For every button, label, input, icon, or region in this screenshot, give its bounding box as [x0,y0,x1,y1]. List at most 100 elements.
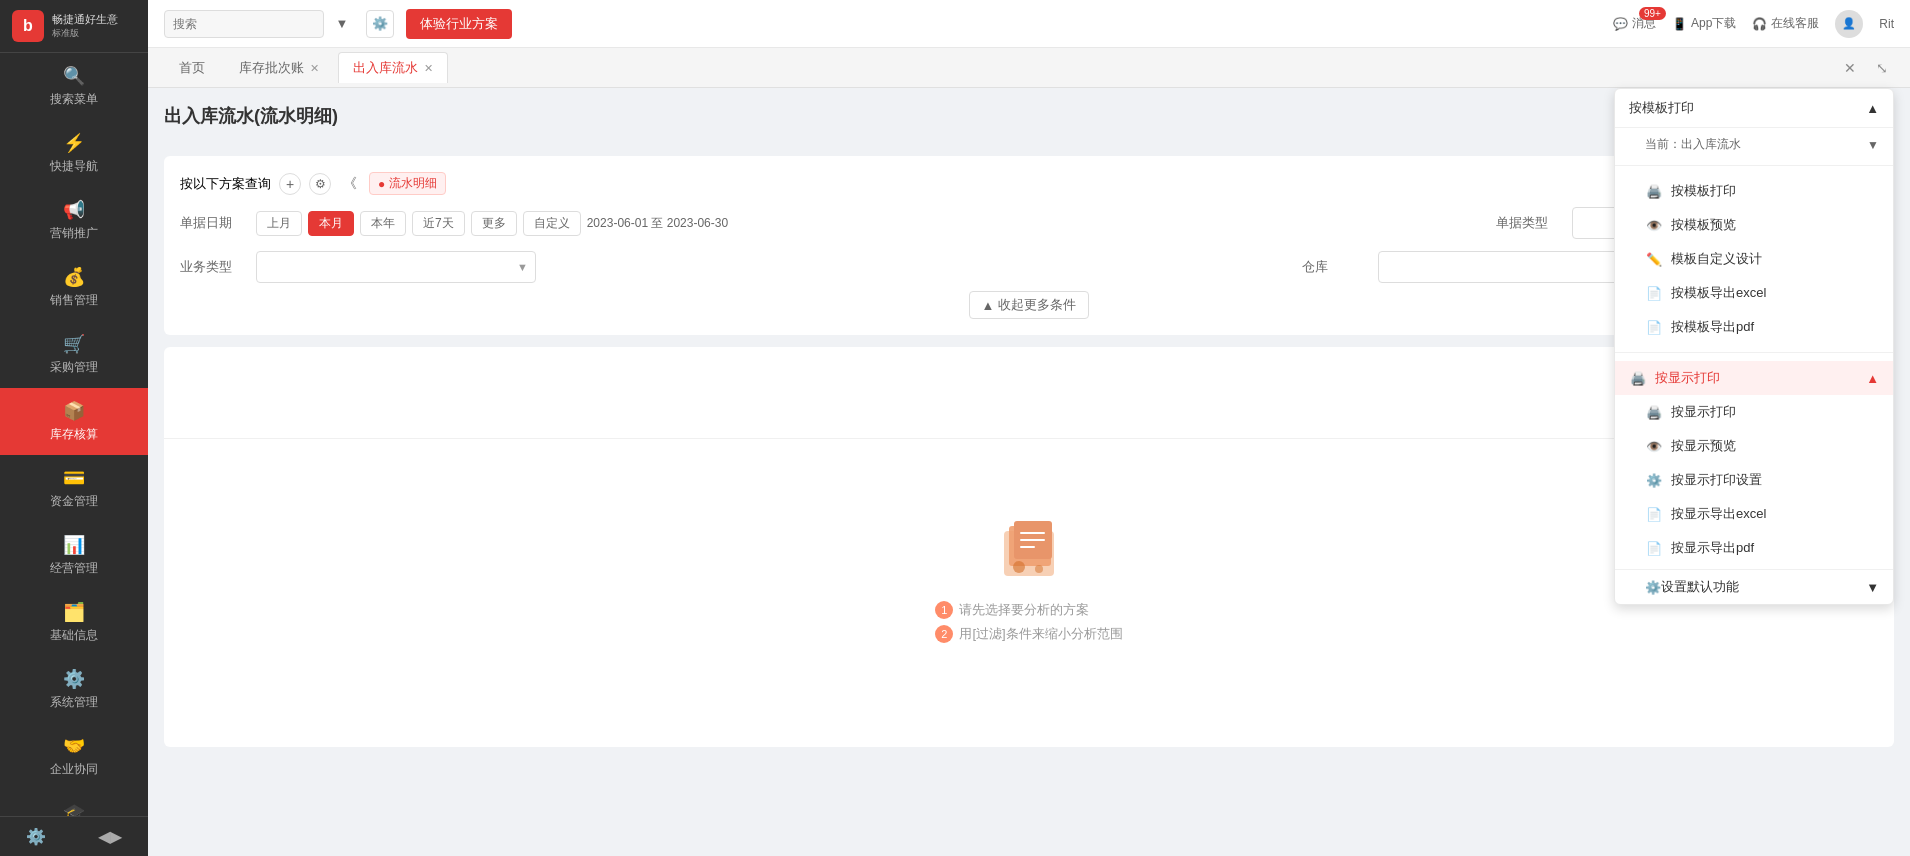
tab-home[interactable]: 首页 [164,52,220,83]
date-7days-button[interactable]: 近7天 [412,211,465,236]
sidebar-logo[interactable]: b 畅捷通好生意 标准版 [0,0,148,53]
dropdown-header[interactable]: 按模板打印 ▲ [1615,89,1893,128]
tab-flow[interactable]: 出入库流水 ✕ [338,52,448,83]
finance-icon: 💳 [63,467,85,489]
empty-hint: 1 请先选择要分析的方案 2 用[过滤]条件来缩小分析范围 [935,601,1122,643]
svg-point-6 [1013,561,1025,573]
system-icon: ⚙️ [63,668,85,690]
basic-icon: 🗂️ [63,601,85,623]
settings-bottom-icon[interactable]: ⚙️ [26,827,46,846]
collapse-sidebar-icon[interactable]: ◀▶ [98,827,122,846]
logo-icon: b [12,10,44,42]
logo-badge: 标准版 [52,27,118,40]
date-current-month-button[interactable]: 本月 [308,211,354,236]
dropdown-item-display-print-section[interactable]: 🖨️ 按显示打印 ▲ [1615,361,1893,395]
sidebar-item-inventory[interactable]: 📦 库存核算 [0,388,148,455]
sidebar-item-guide[interactable]: 🎓 新手引导 [0,790,148,816]
filter-tag-item[interactable]: ● 流水明细 [369,172,446,195]
display-excel-icon: 📄 [1645,505,1663,523]
sidebar-item-sales[interactable]: 💰 销售管理 [0,254,148,321]
date-more-button[interactable]: 更多 [471,211,517,236]
purchase-icon: 🛒 [63,333,85,355]
biz-type-select-wrapper: ▼ [256,251,536,283]
display-pdf-icon: 📄 [1645,539,1663,557]
dropdown-item-template-excel[interactable]: 📄 按模板导出excel [1615,276,1893,310]
sidebar-item-purchase[interactable]: 🛒 采购管理 [0,321,148,388]
main-area: ▼ ⚙️ 体验行业方案 💬 消息 99+ 📱 App下载 🎧 在线客服 👤 [148,0,1910,856]
dropdown-template-section: 🖨️ 按模板打印 👁️ 按模板预览 ✏️ 模板自定义设计 📄 按模板导出exce… [1615,170,1893,348]
trial-button[interactable]: 体验行业方案 [406,9,512,39]
sidebar-item-system[interactable]: ⚙️ 系统管理 [0,656,148,723]
dropdown-chevron-icon: ▲ [1866,101,1879,116]
sidebar-item-basic[interactable]: 🗂️ 基础信息 [0,589,148,656]
filter-collapse-button[interactable]: 《 [339,173,361,195]
dropdown-item-display-pdf[interactable]: 📄 按显示导出pdf [1615,531,1893,565]
dropdown-item-template-customize[interactable]: ✏️ 模板自定义设计 [1615,242,1893,276]
page-title: 出入库流水(流水明细) [164,104,338,128]
sidebar: b 畅捷通好生意 标准版 🔍 搜索菜单 ⚡ 快捷导航 📢 营销推广 💰 销 [0,0,148,856]
page-content-wrapper: 出入库流水(流水明细) 🖨️ 按模板打印 ▲ 📤 导出 🔄 [148,88,1910,856]
topbar-settings-button[interactable]: ⚙️ [366,10,394,38]
footer-chevron-icon: ▼ [1866,580,1879,595]
biz-type-select[interactable] [256,251,536,283]
username-label[interactable]: Rit [1879,17,1894,31]
sidebar-item-marketing[interactable]: 📢 营销推广 [0,187,148,254]
date-range-text: 2023-06-01 至 2023-06-30 [587,215,728,232]
dropdown-item-display-settings[interactable]: ⚙️ 按显示打印设置 [1615,463,1893,497]
hint-item-2: 2 用[过滤]条件来缩小分析范围 [935,625,1122,643]
window-close-icon[interactable]: ✕ [1838,56,1862,80]
collab-icon: 🤝 [63,735,85,757]
svg-point-7 [1035,565,1043,573]
eye-icon: 👁️ [1645,216,1663,234]
dropdown-item-template-preview[interactable]: 👁️ 按模板预览 [1615,208,1893,242]
app-download-button[interactable]: 📱 App下载 [1672,15,1736,32]
excel-icon: 📄 [1645,284,1663,302]
sidebar-item-search[interactable]: 🔍 搜索菜单 [0,53,148,120]
sidebar-nav: 🔍 搜索菜单 ⚡ 快捷导航 📢 营销推广 💰 销售管理 🛒 采购管理 📦 [0,53,148,816]
date-prev-month-button[interactable]: 上月 [256,211,302,236]
search-input[interactable] [164,10,324,38]
tabs-bar: 首页 库存批次账 ✕ 出入库流水 ✕ ✕ ⤡ [148,48,1910,88]
display-settings-icon: ⚙️ [1645,471,1663,489]
sidebar-item-operation[interactable]: 📊 经营管理 [0,522,148,589]
filter-label: 按以下方案查询 [180,175,271,193]
edit-icon: ✏️ [1645,250,1663,268]
dropdown-item-template-pdf[interactable]: 📄 按模板导出pdf [1615,310,1893,344]
search-dropdown-icon[interactable]: ▼ [330,12,354,36]
window-maximize-icon[interactable]: ⤡ [1870,56,1894,80]
printer-small-icon: 🖨️ [1645,182,1663,200]
sidebar-item-finance[interactable]: 💳 资金管理 [0,455,148,522]
display-printer-icon: 🖨️ [1629,369,1647,387]
topbar-right: 💬 消息 99+ 📱 App下载 🎧 在线客服 👤 Rit [1613,10,1894,38]
sidebar-item-collab[interactable]: 🤝 企业协同 [0,723,148,790]
quicknav-icon: ⚡ [63,132,85,154]
topbar: ▼ ⚙️ 体验行业方案 💬 消息 99+ 📱 App下载 🎧 在线客服 👤 [148,0,1910,48]
online-service-button[interactable]: 🎧 在线客服 [1752,15,1819,32]
window-controls: ✕ ⤡ [1838,56,1894,80]
dropdown-footer[interactable]: ⚙️ 设置默认功能 ▼ [1615,569,1893,604]
date-current-year-button[interactable]: 本年 [360,211,406,236]
guide-icon: 🎓 [63,802,85,816]
sidebar-bottom: ⚙️ ◀▶ [0,816,148,856]
user-avatar[interactable]: 👤 [1835,10,1863,38]
date-options: 上月 本月 本年 近7天 更多 自定义 2023-06-01 至 2023-06… [256,211,728,236]
doc-type-label: 单据类型 [1496,214,1556,232]
dropdown-item-display-excel[interactable]: 📄 按显示导出excel [1615,497,1893,531]
collapse-more-button[interactable]: ▲ 收起更多条件 [969,291,1090,319]
filter-settings-button[interactable]: ⚙ [309,173,331,195]
filter-add-button[interactable]: + [279,173,301,195]
dropdown-item-template-print[interactable]: 🖨️ 按模板打印 [1615,174,1893,208]
topbar-search: ▼ [164,10,354,38]
tab-flow-close-icon[interactable]: ✕ [424,62,433,75]
sidebar-item-quick-nav[interactable]: ⚡ 快捷导航 [0,120,148,187]
empty-state-icon [989,511,1069,591]
dropdown-divider-2 [1615,352,1893,353]
dropdown-item-display-print[interactable]: 🖨️ 按显示打印 [1615,395,1893,429]
tab-batch-close-icon[interactable]: ✕ [310,62,319,75]
date-custom-button[interactable]: 自定义 [523,211,581,236]
message-button[interactable]: 💬 消息 99+ [1613,15,1656,32]
phone-icon: 📱 [1672,17,1687,31]
dropdown-item-display-preview[interactable]: 👁️ 按显示预览 [1615,429,1893,463]
tab-batch[interactable]: 库存批次账 ✕ [224,52,334,83]
dropdown-current[interactable]: 当前： 出入库流水 ▼ [1615,128,1893,161]
